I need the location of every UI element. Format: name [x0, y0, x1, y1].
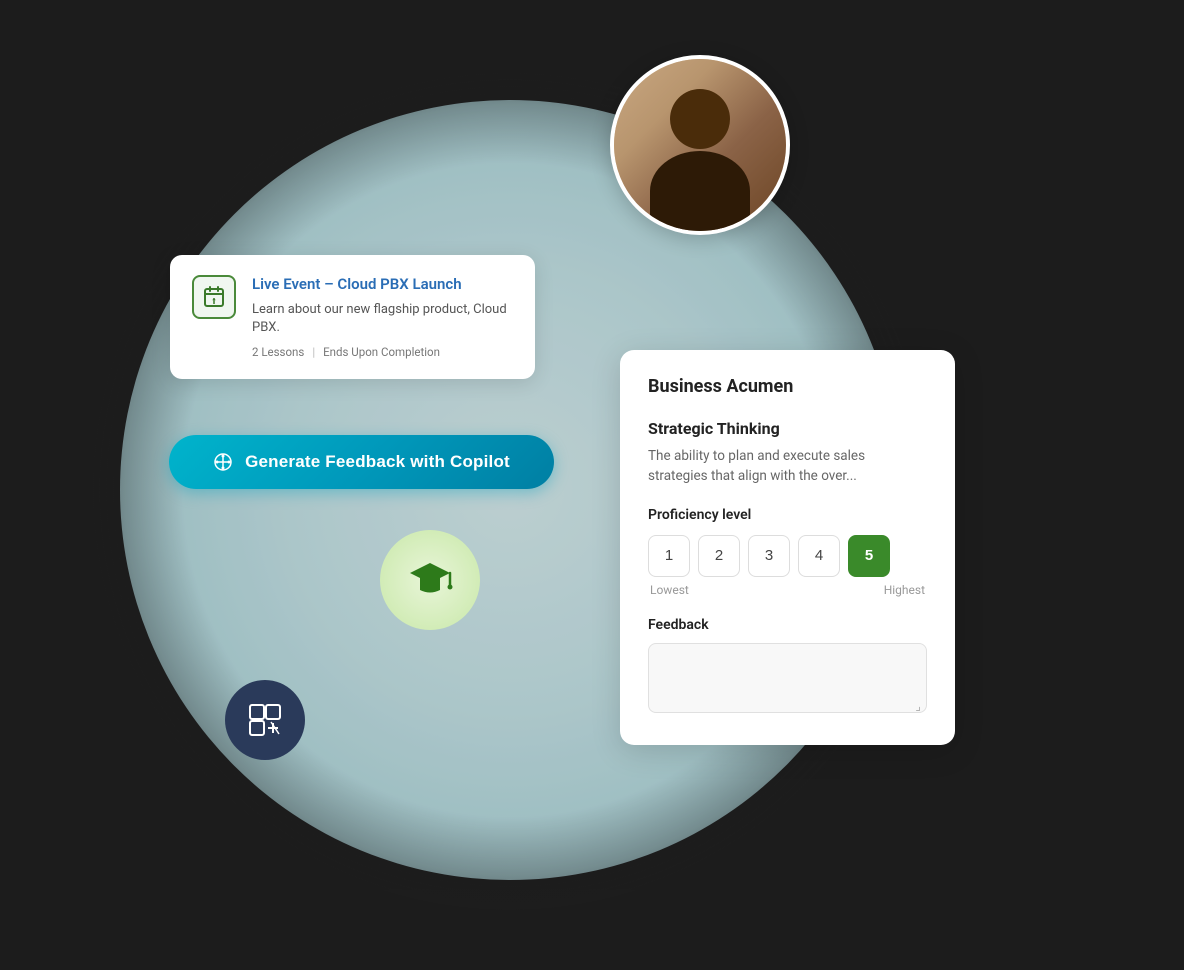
graduation-icon-circle — [380, 530, 480, 630]
generate-feedback-button[interactable]: Generate Feedback with Copilot — [169, 435, 554, 489]
event-metadata: 2 Lessons | Ends Upon Completion — [252, 345, 513, 359]
main-scene: Live Event – Cloud PBX Launch Learn abou… — [0, 0, 1184, 970]
highest-label: Highest — [884, 583, 925, 597]
scale-button-5[interactable]: 5 — [848, 535, 890, 577]
event-completion: Ends Upon Completion — [323, 345, 440, 359]
card-title: Business Acumen — [648, 376, 927, 397]
avatar — [614, 59, 786, 231]
scale-button-3[interactable]: 3 — [748, 535, 790, 577]
lowest-label: Lowest — [650, 583, 689, 597]
scale-button-4[interactable]: 4 — [798, 535, 840, 577]
scale-labels: Lowest Highest — [648, 583, 927, 597]
scale-button-2[interactable]: 2 — [698, 535, 740, 577]
event-calendar-icon — [192, 275, 236, 319]
event-card: Live Event – Cloud PBX Launch Learn abou… — [170, 255, 535, 379]
profile-avatar-container — [610, 55, 790, 235]
event-separator: | — [312, 345, 315, 359]
proficiency-scale: 1 2 3 4 5 — [648, 535, 927, 577]
copilot-icon — [213, 452, 233, 472]
business-acumen-card: Business Acumen Strategic Thinking The a… — [620, 350, 955, 745]
event-description: Learn about our new flagship product, Cl… — [252, 301, 513, 337]
event-lessons: 2 Lessons — [252, 345, 304, 359]
scale-button-1[interactable]: 1 — [648, 535, 690, 577]
strategy-icon-circle — [225, 680, 305, 760]
skill-description: The ability to plan and execute sales st… — [648, 446, 927, 487]
feedback-box: ⌟ — [648, 643, 927, 717]
event-info: Live Event – Cloud PBX Launch Learn abou… — [252, 275, 513, 359]
resize-handle: ⌟ — [915, 699, 921, 713]
feedback-label: Feedback — [648, 617, 927, 633]
copilot-button-label: Generate Feedback with Copilot — [245, 452, 510, 472]
feedback-textarea[interactable] — [648, 643, 927, 713]
skill-title: Strategic Thinking — [648, 419, 927, 438]
event-title: Live Event – Cloud PBX Launch — [252, 275, 513, 295]
proficiency-label: Proficiency level — [648, 507, 927, 523]
